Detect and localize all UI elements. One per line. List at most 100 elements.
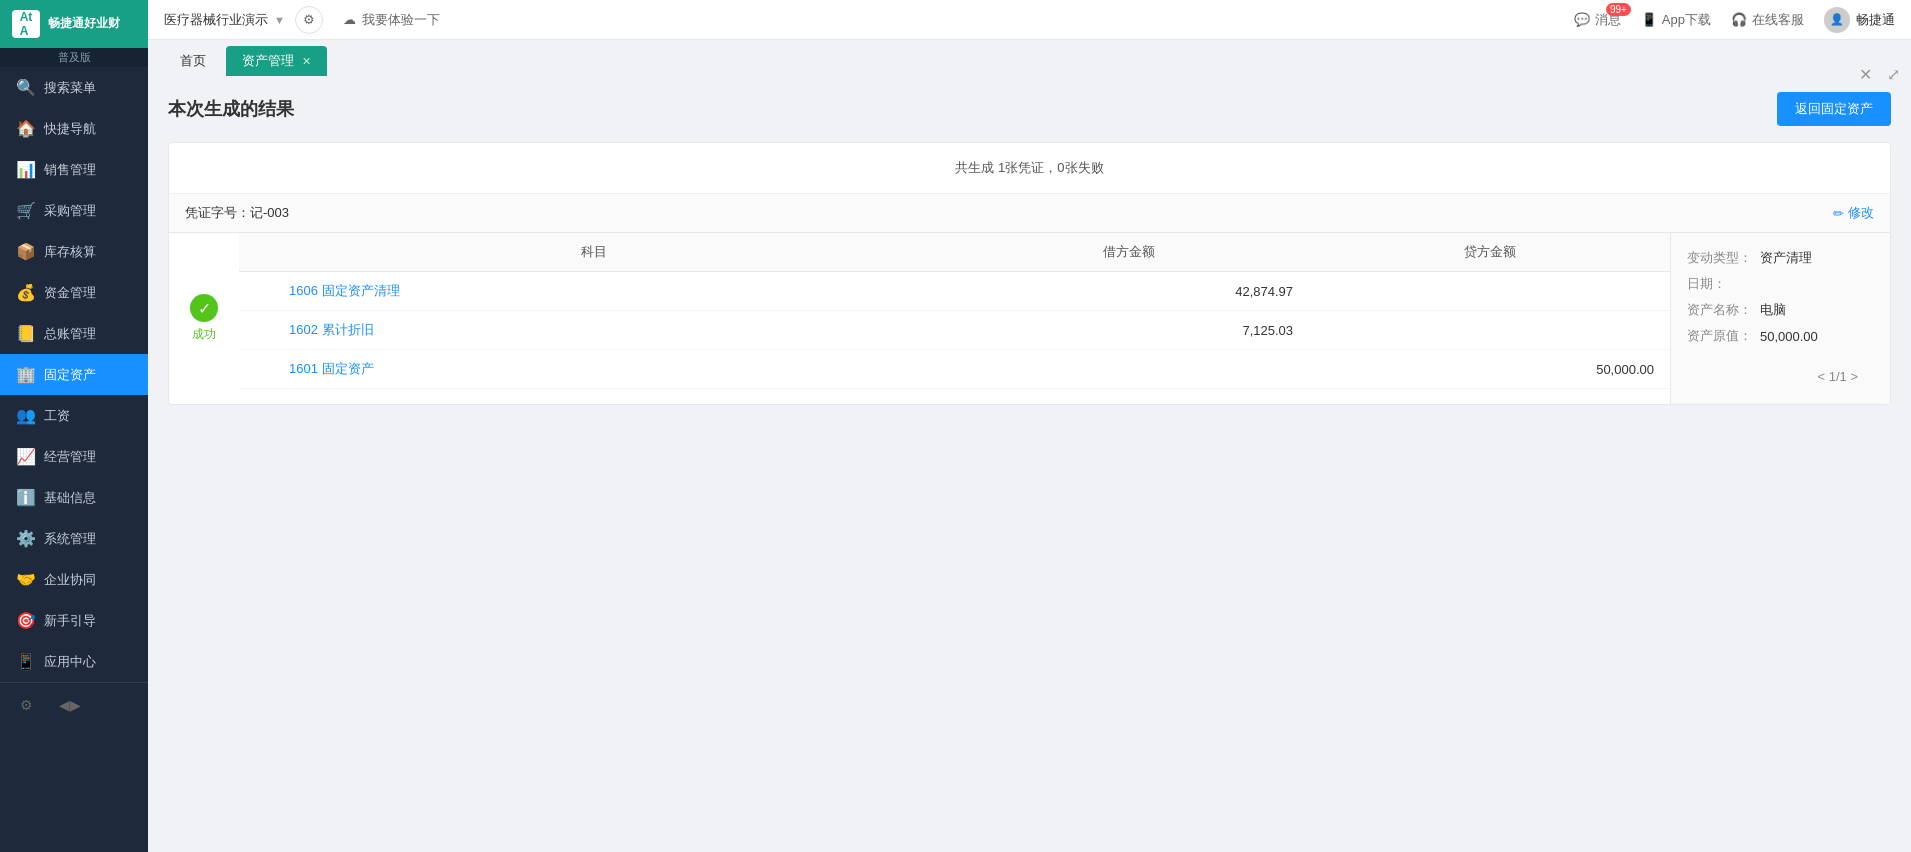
- user-menu[interactable]: 👤 畅捷通: [1824, 7, 1895, 33]
- sidebar-item-payroll[interactable]: 👥 工资: [0, 395, 148, 436]
- page-title: 本次生成的结果: [168, 97, 294, 121]
- debit-2: 7,125.03: [948, 311, 1309, 350]
- sidebar-item-app-center-label: 应用中心: [44, 653, 96, 671]
- funds-icon: 💰: [16, 283, 34, 302]
- voucher-table: 科目 借方金额 贷方金额 1606 固定资产清理 42,874.97: [239, 233, 1670, 389]
- support-icon: 🎧: [1731, 12, 1747, 27]
- asset-value-row: 资产原值： 50,000.00: [1687, 323, 1874, 349]
- date-row: 日期：: [1687, 271, 1874, 297]
- sidebar-item-ops[interactable]: 📈 经营管理: [0, 436, 148, 477]
- messages-button[interactable]: 💬 消息 99+: [1574, 11, 1621, 29]
- ledger-icon: 📒: [16, 324, 34, 343]
- voucher-body: ✓ 成功 科目 借方金额 贷方金额: [169, 233, 1890, 404]
- summary-text: 共生成 1张凭证，0张失败: [955, 160, 1103, 175]
- main-area: 医疗器械行业演示 ▼ ⚙ ☁ 我要体验一下 💬 消息 99+ 📱 App下载 🎧…: [148, 0, 1911, 852]
- sidebar-item-ops-label: 经营管理: [44, 448, 96, 466]
- voucher-number: 凭证字号：记-003: [185, 204, 289, 222]
- online-support-label: 在线客服: [1752, 11, 1804, 29]
- pagination-info: 1/1: [1829, 369, 1851, 384]
- success-text: 成功: [192, 326, 216, 343]
- logo-text: 畅捷通好业财: [48, 16, 120, 32]
- voucher-detail-sidebar: 变动类型： 资产清理 日期： 资产名称： 电脑 资产原值：: [1670, 233, 1890, 404]
- sidebar-item-ledger[interactable]: 📒 总账管理: [0, 313, 148, 354]
- sidebar-item-fixed-assets[interactable]: 🏢 固定资产: [0, 354, 148, 395]
- online-support-button[interactable]: 🎧 在线客服: [1731, 11, 1804, 29]
- sidebar-item-guide[interactable]: 🎯 新手引导: [0, 600, 148, 641]
- asset-name-value: 电脑: [1760, 301, 1786, 319]
- sidebar-item-collab[interactable]: 🤝 企业协同: [0, 559, 148, 600]
- sidebar-item-collab-label: 企业协同: [44, 571, 96, 589]
- sidebar-item-quick-nav[interactable]: 🏠 快捷导航: [0, 108, 148, 149]
- username: 畅捷通: [1856, 11, 1895, 29]
- asset-name-label: 资产名称：: [1687, 301, 1752, 319]
- app-logo: AtA 畅捷通好业财: [0, 0, 148, 48]
- sidebar-item-sales[interactable]: 📊 销售管理: [0, 149, 148, 190]
- sidebar-item-sales-label: 销售管理: [44, 161, 96, 179]
- cloud-icon: ☁: [343, 12, 356, 27]
- subject-1[interactable]: 1606 固定资产清理: [289, 283, 400, 298]
- sidebar-item-funds-label: 资金管理: [44, 284, 96, 302]
- app-download-button[interactable]: 📱 App下载: [1641, 11, 1711, 29]
- sidebar-item-app-center[interactable]: 📱 应用中心: [0, 641, 148, 682]
- sidebar-item-quick-nav-label: 快捷导航: [44, 120, 96, 138]
- asset-name-row: 资产名称： 电脑: [1687, 297, 1874, 323]
- experience-button[interactable]: ☁ 我要体验一下: [343, 11, 440, 29]
- topbar: 医疗器械行业演示 ▼ ⚙ ☁ 我要体验一下 💬 消息 99+ 📱 App下载 🎧…: [148, 0, 1911, 40]
- asset-value-value: 50,000.00: [1760, 329, 1818, 344]
- sidebar-item-guide-label: 新手引导: [44, 612, 96, 630]
- subject-3[interactable]: 1601 固定资产: [289, 361, 374, 376]
- col-header-subject: 科目: [239, 233, 948, 272]
- edit-voucher-button[interactable]: ✏ 修改: [1833, 204, 1874, 222]
- sidebar-item-search-label: 搜索菜单: [44, 79, 96, 97]
- sidebar-item-funds[interactable]: 💰 资金管理: [0, 272, 148, 313]
- settings-button[interactable]: ⚙: [295, 6, 323, 34]
- company-dropdown-icon: ▼: [274, 14, 285, 26]
- phone-icon: 📱: [1641, 12, 1657, 27]
- tab-asset-mgmt[interactable]: 资产管理 ✕: [226, 46, 327, 76]
- page-header: 本次生成的结果 返回固定资产: [168, 92, 1891, 126]
- col-header-credit: 贷方金额: [1309, 233, 1670, 272]
- edit-icon: ✏: [1833, 206, 1844, 221]
- sidebar-item-search[interactable]: 🔍 搜索菜单: [0, 67, 148, 108]
- change-type-row: 变动类型： 资产清理: [1687, 245, 1874, 271]
- credit-1: [1309, 272, 1670, 311]
- close-panel-button[interactable]: ✕: [1853, 62, 1877, 86]
- sidebar-item-base-info[interactable]: ℹ️ 基础信息: [0, 477, 148, 518]
- tab-home-label: 首页: [180, 53, 206, 68]
- company-selector[interactable]: 医疗器械行业演示 ▼: [164, 11, 285, 29]
- sales-icon: 📊: [16, 160, 34, 179]
- subject-2[interactable]: 1602 累计折旧: [289, 322, 374, 337]
- sidebar-item-inventory[interactable]: 📦 库存核算: [0, 231, 148, 272]
- sidebar-item-purchase[interactable]: 🛒 采购管理: [0, 190, 148, 231]
- tab-close-icon[interactable]: ✕: [302, 55, 311, 68]
- pagination-next[interactable]: >: [1850, 369, 1858, 384]
- guide-icon: 🎯: [16, 611, 34, 630]
- tab-asset-mgmt-label: 资产管理: [242, 52, 294, 70]
- panel-controls: ✕ ⤢: [1853, 62, 1905, 86]
- pagination-prev[interactable]: <: [1818, 369, 1826, 384]
- change-type-label: 变动类型：: [1687, 249, 1752, 267]
- date-label: 日期：: [1687, 275, 1726, 293]
- col-header-debit: 借方金额: [948, 233, 1309, 272]
- sidebar-item-purchase-label: 采购管理: [44, 202, 96, 220]
- edit-label: 修改: [1848, 204, 1874, 222]
- table-row: 1606 固定资产清理 42,874.97: [239, 272, 1670, 311]
- settings-icon[interactable]: ⚙: [14, 693, 38, 717]
- debit-3: [948, 350, 1309, 389]
- change-type-value: 资产清理: [1760, 249, 1812, 267]
- sidebar-item-system-label: 系统管理: [44, 530, 96, 548]
- messages-badge: 99+: [1606, 3, 1631, 16]
- search-icon: 🔍: [16, 78, 34, 97]
- pagination[interactable]: < 1/1 >: [1687, 361, 1874, 392]
- collapse-icon[interactable]: ◀▶: [58, 693, 82, 717]
- expand-panel-button[interactable]: ⤢: [1881, 62, 1905, 86]
- sidebar-item-system[interactable]: ⚙️ 系统管理: [0, 518, 148, 559]
- voucher-section: 凭证字号：记-003 ✏ 修改 ✓ 成功: [169, 194, 1890, 404]
- sidebar-item-inventory-label: 库存核算: [44, 243, 96, 261]
- tab-home[interactable]: 首页: [164, 46, 222, 76]
- sidebar: AtA 畅捷通好业财 普及版 🔍 搜索菜单 🏠 快捷导航 📊 销售管理 🛒 采购…: [0, 0, 148, 852]
- company-name: 医疗器械行业演示: [164, 11, 268, 29]
- sidebar-item-ledger-label: 总账管理: [44, 325, 96, 343]
- back-to-fixed-assets-button[interactable]: 返回固定资产: [1777, 92, 1891, 126]
- collab-icon: 🤝: [16, 570, 34, 589]
